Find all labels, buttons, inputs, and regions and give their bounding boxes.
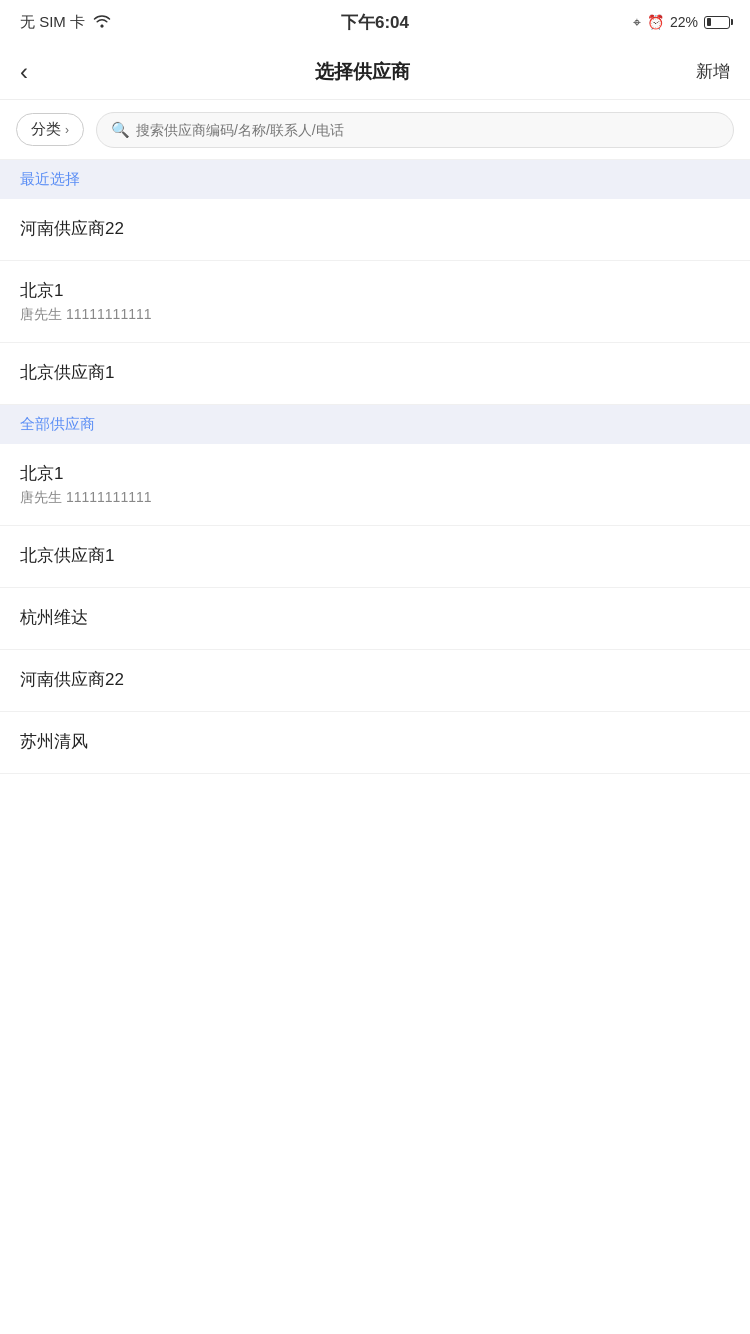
nav-bar: ‹ 选择供应商 新增 [0,44,750,100]
carrier-text: 无 SIM 卡 [20,13,85,32]
supplier-name: 杭州维达 [20,606,730,629]
supplier-name: 北京1 [20,462,730,485]
all-section-label: 全部供应商 [20,415,95,432]
list-item[interactable]: 北京1 唐先生 11111111111 [0,261,750,343]
new-action-button[interactable]: 新增 [696,60,730,83]
search-bar[interactable]: 🔍 [96,112,734,148]
recent-items-list: 河南供应商22 北京1 唐先生 11111111111 北京供应商1 [0,199,750,405]
list-item[interactable]: 北京供应商1 [0,526,750,588]
status-carrier-wifi: 无 SIM 卡 [20,13,111,32]
battery-icon [704,16,730,29]
chevron-right-icon: › [65,123,69,137]
supplier-name: 苏州清风 [20,730,730,753]
supplier-name: 北京供应商1 [20,544,730,567]
list-item[interactable]: 苏州清风 [0,712,750,774]
recent-section-header: 最近选择 [0,160,750,199]
battery-percent: 22% [670,14,698,30]
supplier-contact: 唐先生 11111111111 [20,489,730,507]
filter-bar: 分类 › 🔍 [0,100,750,160]
list-item[interactable]: 杭州维达 [0,588,750,650]
list-item[interactable]: 北京供应商1 [0,343,750,405]
all-section-header: 全部供应商 [0,405,750,444]
wifi-icon [93,14,111,31]
supplier-name: 北京供应商1 [20,361,730,384]
supplier-name: 河南供应商22 [20,668,730,691]
list-item[interactable]: 河南供应商22 [0,650,750,712]
search-input[interactable] [136,122,719,138]
list-item[interactable]: 河南供应商22 [0,199,750,261]
back-button[interactable]: ‹ [20,58,28,86]
supplier-name: 北京1 [20,279,730,302]
status-time: 下午6:04 [341,11,409,34]
supplier-name: 河南供应商22 [20,217,730,240]
search-icon: 🔍 [111,121,130,139]
recent-section-label: 最近选择 [20,170,80,187]
alarm-icon: ⏰ [647,14,664,30]
category-filter-button[interactable]: 分类 › [16,113,84,146]
location-icon: ⌖ [633,14,641,31]
list-item[interactable]: 北京1 唐先生 11111111111 [0,444,750,526]
supplier-contact: 唐先生 11111111111 [20,306,730,324]
all-items-list: 北京1 唐先生 11111111111 北京供应商1 杭州维达 河南供应商22 … [0,444,750,774]
page-title: 选择供应商 [315,59,410,85]
status-right: ⌖ ⏰ 22% [633,14,730,31]
status-bar: 无 SIM 卡 下午6:04 ⌖ ⏰ 22% [0,0,750,44]
category-label: 分类 [31,120,61,139]
